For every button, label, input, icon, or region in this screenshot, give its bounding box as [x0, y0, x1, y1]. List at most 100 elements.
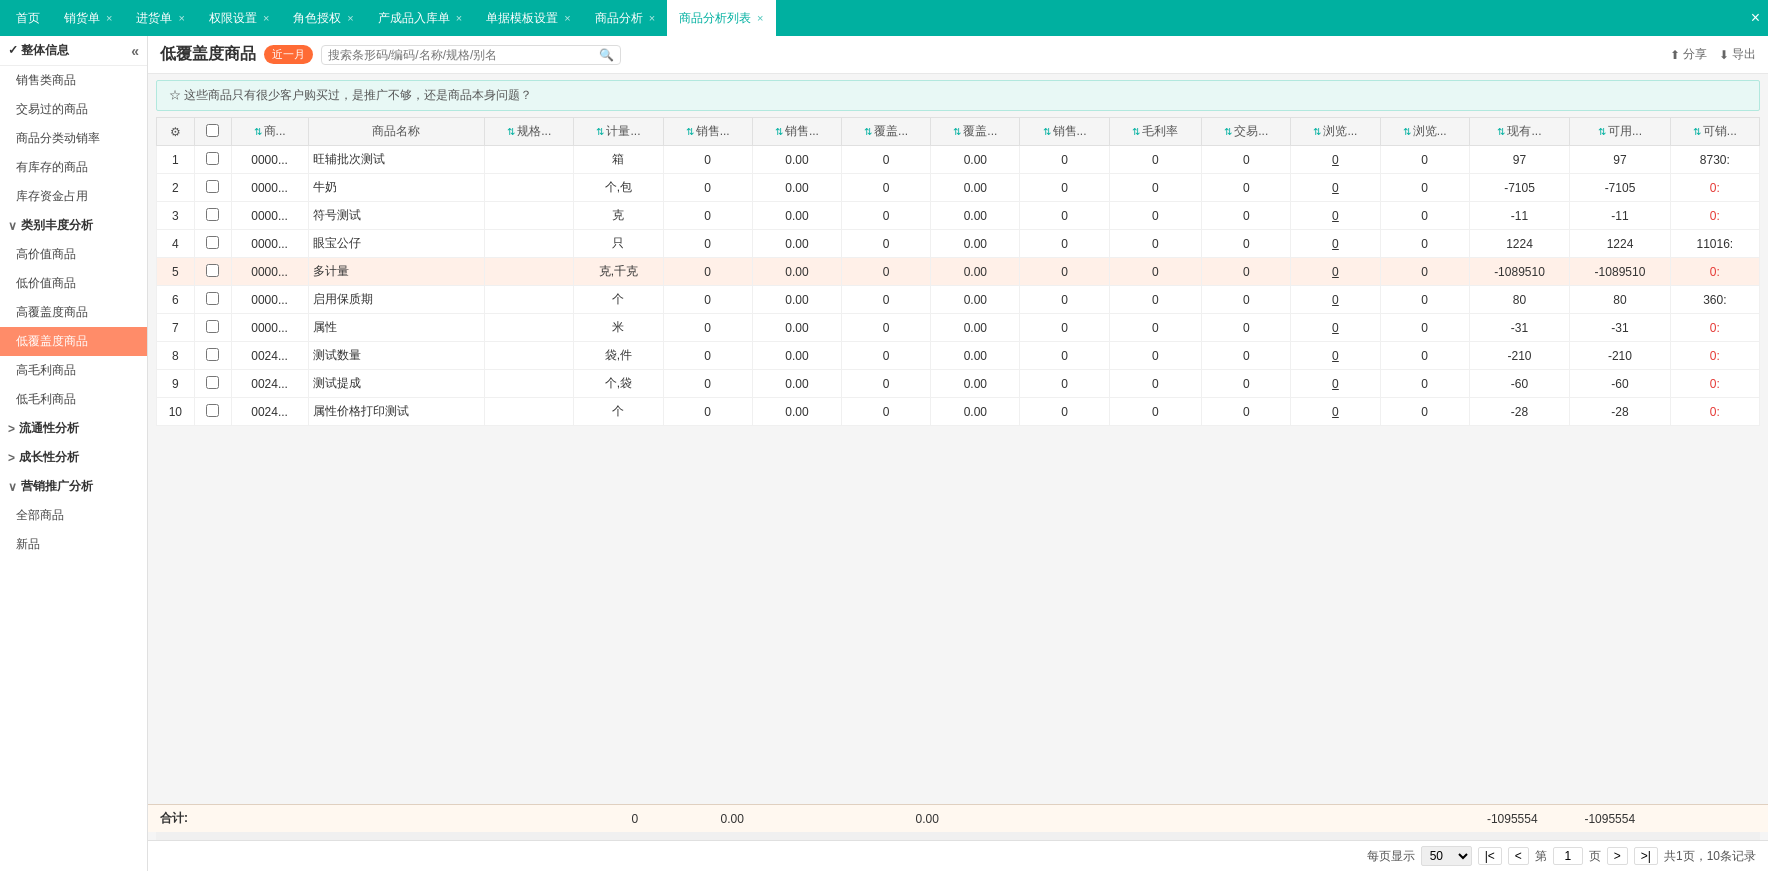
- row-checkbox-1[interactable]: [206, 180, 219, 193]
- th-sales3[interactable]: ⇅销售...: [1020, 118, 1109, 146]
- sidebar-group-abundance[interactable]: ∨ 类别丰度分析: [0, 211, 147, 240]
- cell-checkbox-5[interactable]: [194, 286, 231, 314]
- cell-browse1-6[interactable]: 0: [1291, 314, 1380, 342]
- select-all-checkbox[interactable]: [206, 124, 219, 137]
- cell-checkbox-7[interactable]: [194, 342, 231, 370]
- th-settings[interactable]: ⚙: [157, 118, 195, 146]
- tab-templates[interactable]: 单据模板设置 ×: [474, 0, 582, 36]
- per-page-select[interactable]: 50 100: [1421, 846, 1472, 866]
- th-browse2[interactable]: ⇅浏览...: [1380, 118, 1469, 146]
- cell-browse1-4[interactable]: 0: [1291, 258, 1380, 286]
- tab-sales[interactable]: 销货单 ×: [52, 0, 124, 36]
- export-button[interactable]: ⬇ 导出: [1719, 46, 1756, 63]
- close-roles-tab[interactable]: ×: [347, 12, 353, 24]
- sidebar-collapse-icon[interactable]: «: [131, 43, 139, 59]
- cell-browse1-3[interactable]: 0: [1291, 230, 1380, 258]
- cell-browse1-1[interactable]: 0: [1291, 174, 1380, 202]
- row-checkbox-9[interactable]: [206, 404, 219, 417]
- cell-checkbox-6[interactable]: [194, 314, 231, 342]
- sidebar-item-low-profit[interactable]: 低毛利商品: [0, 385, 147, 414]
- close-templates-tab[interactable]: ×: [564, 12, 570, 24]
- tab-analysis-list[interactable]: 商品分析列表 ×: [667, 0, 775, 36]
- cell-browse1-9[interactable]: 0: [1291, 398, 1380, 426]
- row-checkbox-8[interactable]: [206, 376, 219, 389]
- close-products-tab[interactable]: ×: [456, 12, 462, 24]
- cell-sales-qty-4: 0: [663, 258, 752, 286]
- next-page-button[interactable]: >: [1607, 847, 1628, 865]
- close-analysis-tab[interactable]: ×: [649, 12, 655, 24]
- sidebar-item-with-stock[interactable]: 有库存的商品: [0, 153, 147, 182]
- sidebar-item-high-coverage[interactable]: 高覆盖度商品: [0, 298, 147, 327]
- cell-browse1-7[interactable]: 0: [1291, 342, 1380, 370]
- th-spec[interactable]: ⇅规格...: [485, 118, 574, 146]
- th-coverage1[interactable]: ⇅覆盖...: [842, 118, 931, 146]
- row-checkbox-7[interactable]: [206, 348, 219, 361]
- close-purchase-tab[interactable]: ×: [178, 12, 184, 24]
- cell-checkbox-9[interactable]: [194, 398, 231, 426]
- sidebar-group-marketing[interactable]: ∨ 营销推广分析: [0, 472, 147, 501]
- cell-browse1-2[interactable]: 0: [1291, 202, 1380, 230]
- th-coverage2[interactable]: ⇅覆盖...: [931, 118, 1020, 146]
- close-analysis-list-tab[interactable]: ×: [757, 12, 763, 24]
- th-sellable[interactable]: ⇅可销...: [1670, 118, 1759, 146]
- row-checkbox-0[interactable]: [206, 152, 219, 165]
- cell-checkbox-3[interactable]: [194, 230, 231, 258]
- tab-purchase[interactable]: 进货单 ×: [124, 0, 196, 36]
- page-input[interactable]: [1553, 847, 1583, 865]
- sidebar-group-flow[interactable]: > 流通性分析: [0, 414, 147, 443]
- filter-period-button[interactable]: 近一月: [264, 45, 313, 64]
- cell-no-8: 9: [157, 370, 195, 398]
- first-page-button[interactable]: |<: [1478, 847, 1502, 865]
- search-icon[interactable]: 🔍: [599, 48, 614, 62]
- row-checkbox-4[interactable]: [206, 264, 219, 277]
- cell-browse1-5[interactable]: 0: [1291, 286, 1380, 314]
- cell-checkbox-8[interactable]: [194, 370, 231, 398]
- cell-checkbox-0[interactable]: [194, 146, 231, 174]
- prev-page-button[interactable]: <: [1508, 847, 1529, 865]
- close-window-button[interactable]: ×: [1751, 9, 1760, 27]
- th-checkbox[interactable]: [194, 118, 231, 146]
- tab-products[interactable]: 产成品入库单 ×: [366, 0, 474, 36]
- sidebar-item-turnover[interactable]: 商品分类动销率: [0, 124, 147, 153]
- tab-roles[interactable]: 角色授权 ×: [281, 0, 365, 36]
- cell-checkbox-1[interactable]: [194, 174, 231, 202]
- th-available[interactable]: ⇅可用...: [1570, 118, 1670, 146]
- row-checkbox-6[interactable]: [206, 320, 219, 333]
- sidebar-item-new-goods[interactable]: 新品: [0, 530, 147, 559]
- cell-checkbox-2[interactable]: [194, 202, 231, 230]
- row-checkbox-2[interactable]: [206, 208, 219, 221]
- sidebar-item-stock-occupy[interactable]: 库存资金占用: [0, 182, 147, 211]
- sidebar-item-low-coverage[interactable]: 低覆盖度商品: [0, 327, 147, 356]
- cell-checkbox-4[interactable]: [194, 258, 231, 286]
- last-page-button[interactable]: >|: [1634, 847, 1658, 865]
- th-name[interactable]: 商品名称: [308, 118, 485, 146]
- share-button[interactable]: ⬆ 分享: [1670, 46, 1707, 63]
- th-sales-qty[interactable]: ⇅销售...: [663, 118, 752, 146]
- th-sales-amt[interactable]: ⇅销售...: [752, 118, 841, 146]
- sidebar-item-high-profit[interactable]: 高毛利商品: [0, 356, 147, 385]
- th-gross-rate[interactable]: ⇅毛利率: [1109, 118, 1202, 146]
- tab-analysis[interactable]: 商品分析 ×: [583, 0, 667, 36]
- sidebar-item-high-value[interactable]: 高价值商品: [0, 240, 147, 269]
- sidebar-item-low-value[interactable]: 低价值商品: [0, 269, 147, 298]
- close-permissions-tab[interactable]: ×: [263, 12, 269, 24]
- tab-permissions[interactable]: 权限设置 ×: [197, 0, 281, 36]
- sidebar-item-traded-goods[interactable]: 交易过的商品: [0, 95, 147, 124]
- sidebar-top-group[interactable]: ✓ 整体信息 «: [0, 36, 147, 66]
- sidebar-group-growth[interactable]: > 成长性分析: [0, 443, 147, 472]
- sidebar-item-all-goods[interactable]: 全部商品: [0, 501, 147, 530]
- cell-browse1-8[interactable]: 0: [1291, 370, 1380, 398]
- th-browse1[interactable]: ⇅浏览...: [1291, 118, 1380, 146]
- close-sales-tab[interactable]: ×: [106, 12, 112, 24]
- row-checkbox-3[interactable]: [206, 236, 219, 249]
- th-trade[interactable]: ⇅交易...: [1202, 118, 1291, 146]
- tab-home[interactable]: 首页: [4, 0, 52, 36]
- th-unit[interactable]: ⇅计量...: [574, 118, 663, 146]
- th-current[interactable]: ⇅现有...: [1469, 118, 1569, 146]
- cell-browse1-0[interactable]: 0: [1291, 146, 1380, 174]
- row-checkbox-5[interactable]: [206, 292, 219, 305]
- sidebar-item-sales-goods[interactable]: 销售类商品: [0, 66, 147, 95]
- search-input[interactable]: [328, 48, 595, 62]
- th-code[interactable]: ⇅商...: [231, 118, 308, 146]
- horizontal-scrollbar[interactable]: [156, 832, 1760, 840]
